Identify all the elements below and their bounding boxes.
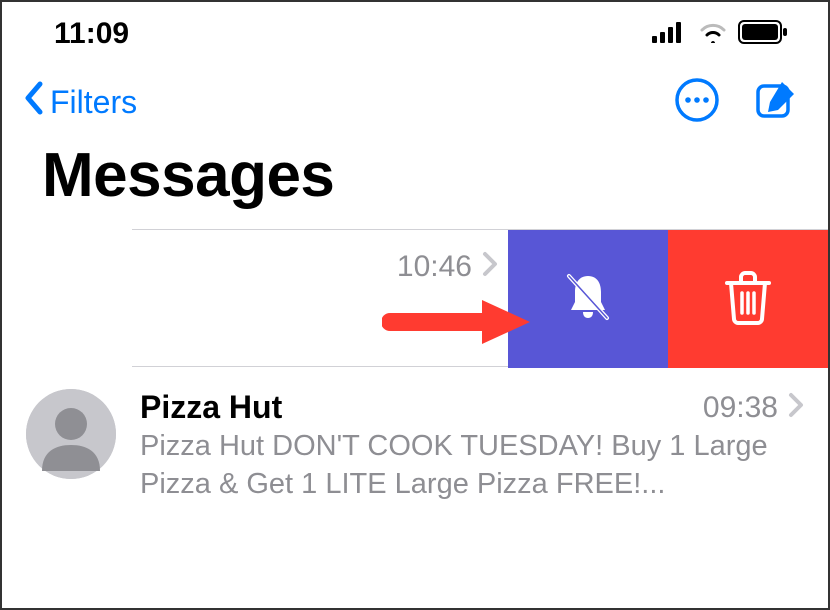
back-label: Filters (50, 84, 137, 121)
wifi-icon (698, 21, 728, 48)
battery-icon (738, 20, 788, 49)
chevron-right-icon (788, 392, 804, 423)
message-sender: Senevirathne (0, 248, 1, 285)
message-preview: Pizza Hut DON'T COOK TUESDAY! Buy 1 Larg… (140, 428, 804, 503)
nav-bar: Filters (2, 64, 828, 140)
back-button[interactable]: Filters (22, 80, 137, 124)
status-bar: 11:09 (2, 2, 828, 64)
page-title: Messages (2, 140, 828, 229)
status-icons (652, 20, 788, 49)
bell-slash-icon (559, 268, 617, 331)
message-row[interactable]: Pizza Hut 09:38 Pizza Hut DON'T COOK TUE… (2, 367, 828, 527)
delete-button[interactable] (668, 230, 828, 368)
message-sender: Pizza Hut (140, 389, 282, 426)
status-time: 11:09 (54, 17, 129, 51)
chevron-right-icon (482, 251, 498, 282)
arrow-annotation (382, 292, 532, 357)
compose-button[interactable] (754, 78, 798, 127)
more-button[interactable] (674, 77, 720, 128)
chevron-left-icon (22, 80, 46, 124)
trash-icon (723, 269, 773, 330)
cellular-icon (652, 21, 688, 48)
message-time: 09:38 (703, 391, 778, 425)
mute-button[interactable] (508, 230, 668, 368)
avatar (26, 389, 116, 479)
message-time: 10:46 (397, 250, 472, 284)
